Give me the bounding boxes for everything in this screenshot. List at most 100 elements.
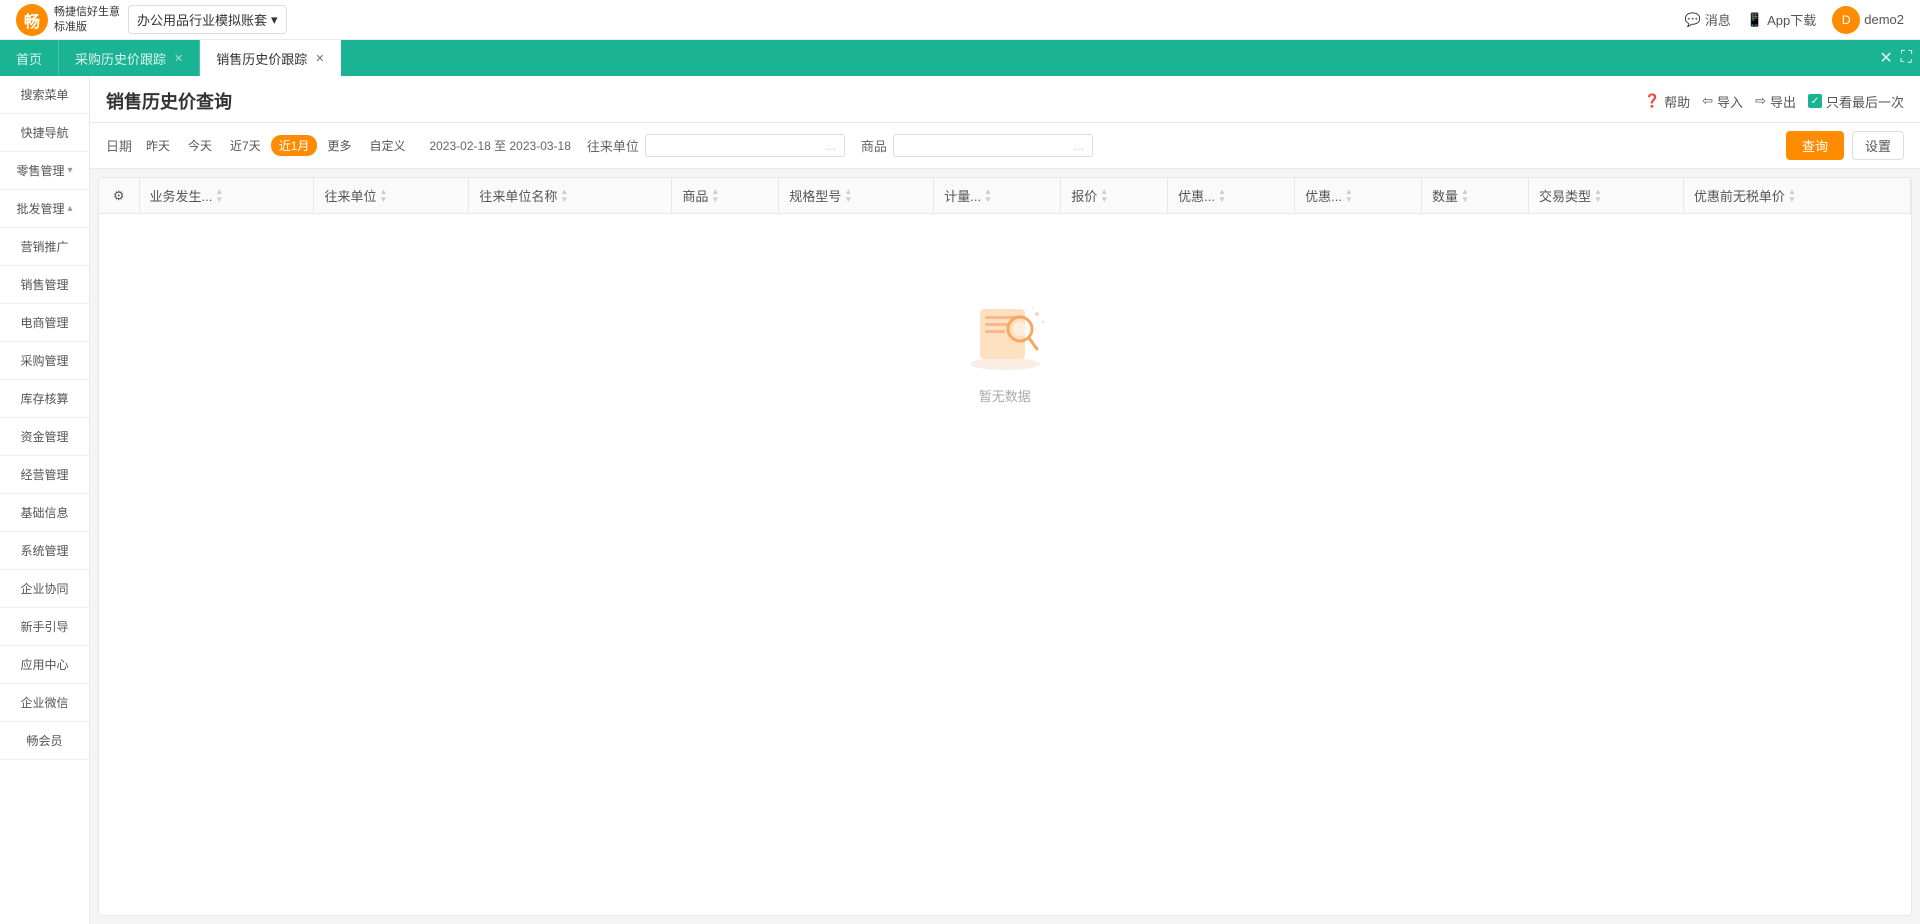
goods-input[interactable]: ...: [893, 134, 1093, 157]
main-layout: 搜索菜单 快捷导航 零售管理 ▾ 批发管理 ▴ 营销推广 销售管理 电商管理 采…: [0, 76, 1920, 924]
sidebar-item-ecommerce[interactable]: 电商管理: [0, 304, 89, 342]
app-download-button[interactable]: 📱 App下载: [1747, 10, 1816, 29]
export-icon: ⇨: [1755, 93, 1766, 109]
col-unit[interactable]: 计量... ▲▼: [934, 178, 1061, 214]
col-spec[interactable]: 规格型号 ▲▼: [779, 178, 934, 214]
sort-icon: ▲▼: [1345, 188, 1353, 204]
import-icon: ⇦: [1702, 93, 1713, 109]
col-pre-tax-price[interactable]: 优惠前无税单价 ▲▼: [1683, 178, 1910, 214]
data-table: ⚙ 业务发生... ▲▼ 往来单位 ▲▼: [99, 178, 1911, 485]
col-discount1[interactable]: 优惠... ▲▼: [1168, 178, 1295, 214]
col-partner-name[interactable]: 往来单位名称 ▲▼: [469, 178, 672, 214]
col-biz-date[interactable]: 业务发生... ▲▼: [139, 178, 314, 214]
page-title: 销售历史价查询: [106, 88, 232, 114]
sort-icon: ▲▼: [1218, 188, 1226, 204]
sidebar-item-purchase-mgmt[interactable]: 采购管理: [0, 342, 89, 380]
sort-icon: ▲▼: [1100, 188, 1108, 204]
empty-state: 暂无数据: [99, 214, 1911, 485]
sidebar-item-label: 系统管理: [20, 542, 68, 559]
date-opt-last1month[interactable]: 近1月: [271, 135, 318, 156]
sidebar-item-label: 应用中心: [20, 656, 68, 673]
sidebar-item-retail-mgmt[interactable]: 零售管理 ▾: [0, 152, 89, 190]
col-settings[interactable]: ⚙: [99, 178, 139, 214]
date-opt-last7days[interactable]: 近7天: [222, 135, 269, 156]
sidebar-item-enterprise[interactable]: 企业协同: [0, 570, 89, 608]
sidebar-item-sales-mgmt[interactable]: 销售管理: [0, 266, 89, 304]
col-quantity[interactable]: 数量 ▲▼: [1422, 178, 1529, 214]
sidebar-item-finance[interactable]: 资金管理: [0, 418, 89, 456]
tab-purchase-history-close[interactable]: ✕: [174, 52, 183, 65]
partner-label: 往来单位: [587, 136, 639, 155]
sidebar-item-system[interactable]: 系统管理: [0, 532, 89, 570]
sidebar-item-wechat[interactable]: 企业微信: [0, 684, 89, 722]
date-opt-custom[interactable]: 自定义: [361, 135, 413, 156]
logo-icon: 畅: [16, 4, 48, 36]
tab-home-label: 首页: [16, 49, 42, 68]
help-button[interactable]: ❓ 帮助: [1644, 92, 1690, 111]
avatar: D: [1832, 6, 1860, 34]
sidebar-item-label: 搜索菜单: [20, 86, 68, 103]
setting-button[interactable]: 设置: [1852, 131, 1904, 160]
tab-purchase-history-label: 采购历史价跟踪: [75, 49, 166, 68]
sidebar-item-label: 零售管理: [16, 162, 64, 179]
sort-icon: ▲▼: [844, 188, 852, 204]
company-selector[interactable]: 办公用品行业模拟账套 ▾: [128, 5, 287, 34]
sidebar-item-label: 经营管理: [20, 466, 68, 483]
only-last-checkbox[interactable]: ✓ 只看最后一次: [1808, 92, 1904, 111]
sidebar-item-quick-nav[interactable]: 快捷导航: [0, 114, 89, 152]
tab-sales-history-label: 销售历史价跟踪: [216, 49, 307, 68]
date-opt-more[interactable]: 更多: [319, 135, 359, 156]
logo-area: 畅 畅捷信好生意 标准版: [16, 4, 120, 36]
sidebar-item-label: 采购管理: [20, 352, 68, 369]
partner-input[interactable]: ...: [645, 134, 845, 157]
sort-icon: ▲▼: [379, 188, 387, 204]
sidebar-item-label: 基础信息: [20, 504, 68, 521]
logo-text: 畅捷信好生意 标准版: [54, 5, 120, 34]
sidebar-item-label: 销售管理: [20, 276, 68, 293]
tab-bar: 首页 采购历史价跟踪 ✕ 销售历史价跟踪 ✕ ✕ ⛶: [0, 40, 1920, 76]
col-goods[interactable]: 商品 ▲▼: [672, 178, 779, 214]
tab-purchase-history[interactable]: 采购历史价跟踪 ✕: [59, 40, 200, 76]
col-quote-price[interactable]: 报价 ▲▼: [1061, 178, 1168, 214]
tab-home[interactable]: 首页: [0, 40, 59, 76]
tab-sales-history[interactable]: 销售历史价跟踪 ✕: [200, 40, 341, 76]
sidebar-item-marketing[interactable]: 营销推广: [0, 228, 89, 266]
date-opt-yesterday[interactable]: 昨天: [138, 135, 178, 156]
sidebar-item-basics[interactable]: 基础信息: [0, 494, 89, 532]
page-actions: ❓ 帮助 ⇦ 导入 ⇨ 导出 ✓ 只看最后一次: [1644, 92, 1904, 111]
col-trade-type[interactable]: 交易类型 ▲▼: [1528, 178, 1683, 214]
expand-icon[interactable]: ⛶: [1901, 49, 1912, 67]
col-discount2[interactable]: 优惠... ▲▼: [1295, 178, 1422, 214]
chevron-down-icon: ▾: [67, 165, 72, 176]
export-button[interactable]: ⇨ 导出: [1755, 92, 1796, 111]
sidebar: 搜索菜单 快捷导航 零售管理 ▾ 批发管理 ▴ 营销推广 销售管理 电商管理 采…: [0, 76, 90, 924]
table-header-row: ⚙ 业务发生... ▲▼ 往来单位 ▲▼: [99, 178, 1911, 214]
sidebar-item-guide[interactable]: 新手引导: [0, 608, 89, 646]
query-button[interactable]: 查询: [1786, 131, 1844, 160]
chevron-down-icon: ▾: [271, 12, 278, 28]
sort-icon: ▲▼: [215, 188, 223, 204]
col-partner-code[interactable]: 往来单位 ▲▼: [314, 178, 469, 214]
sidebar-item-inventory[interactable]: 库存核算: [0, 380, 89, 418]
sidebar-item-label: 电商管理: [20, 314, 68, 331]
close-all-icon[interactable]: ✕: [1879, 48, 1892, 68]
user-menu[interactable]: D demo2: [1832, 6, 1904, 34]
message-button[interactable]: 💬 消息: [1685, 10, 1731, 29]
sidebar-item-member[interactable]: 畅会员: [0, 722, 89, 760]
sidebar-item-label: 新手引导: [20, 618, 68, 635]
sidebar-item-label: 资金管理: [20, 428, 68, 445]
sort-icon: ▲▼: [560, 188, 568, 204]
sidebar-item-search-menu[interactable]: 搜索菜单: [0, 76, 89, 114]
sidebar-item-operations[interactable]: 经营管理: [0, 456, 89, 494]
import-button[interactable]: ⇦ 导入: [1702, 92, 1743, 111]
sort-icon: ▲▼: [984, 188, 992, 204]
sidebar-item-wholesale-mgmt[interactable]: 批发管理 ▴: [0, 190, 89, 228]
tab-sales-history-close[interactable]: ✕: [315, 52, 324, 65]
download-icon: 📱: [1747, 12, 1763, 28]
tab-bar-actions: ✕ ⛶: [1879, 40, 1920, 76]
help-icon: ❓: [1644, 93, 1660, 109]
sidebar-item-app-center[interactable]: 应用中心: [0, 646, 89, 684]
goods-label: 商品: [861, 136, 887, 155]
date-opt-today[interactable]: 今天: [180, 135, 220, 156]
settings-icon: ⚙: [113, 188, 125, 203]
